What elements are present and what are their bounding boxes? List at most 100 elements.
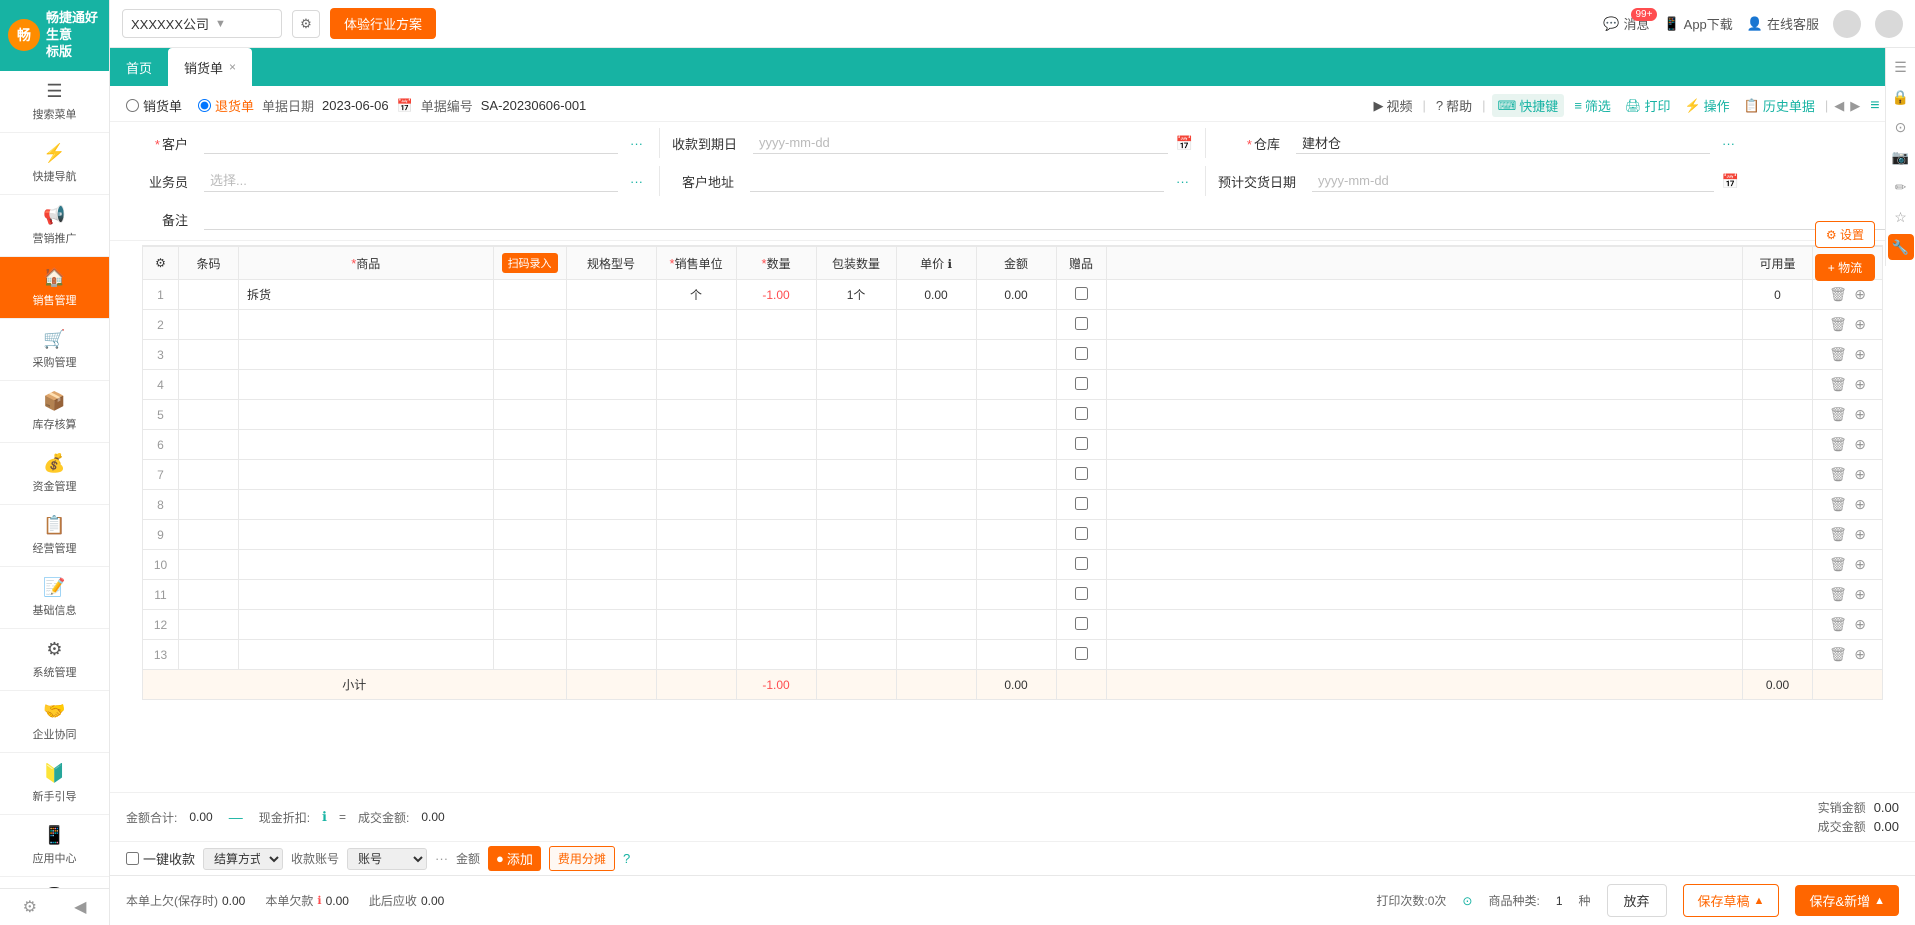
row-amount[interactable] [976, 460, 1056, 490]
gift-checkbox[interactable] [1075, 377, 1088, 390]
row-price[interactable] [896, 430, 976, 460]
minus-icon[interactable]: — [229, 809, 243, 825]
salesperson-input[interactable] [204, 170, 618, 192]
sidebar-item-basic[interactable]: 📝 基础信息 [0, 567, 109, 629]
copy-row-btn[interactable]: ⊕ [1854, 616, 1866, 632]
tab-home[interactable]: 首页 [110, 48, 168, 86]
one-click-payment-checkbox[interactable]: 一键收款 [126, 849, 195, 868]
row-amount[interactable] [976, 520, 1056, 550]
row-pkg-qty[interactable] [816, 520, 896, 550]
row-unit[interactable] [656, 460, 736, 490]
sidebar-item-sales[interactable]: 🏠 销售管理 [0, 257, 109, 319]
date-calendar-icon[interactable]: 📅 [397, 98, 413, 114]
product-type-icon[interactable]: ⊙ [1462, 894, 1472, 908]
payment-due-calendar[interactable]: 📅 [1176, 135, 1193, 152]
row-pkg-qty[interactable] [816, 550, 896, 580]
row-qty[interactable]: -1.00 [736, 280, 816, 310]
row-product[interactable] [239, 340, 494, 370]
copy-row-btn[interactable]: ⊕ [1854, 556, 1866, 572]
sidebar-item-inventory[interactable]: 📦 库存核算 [0, 381, 109, 443]
row-amount[interactable] [976, 430, 1056, 460]
row-gift[interactable] [1056, 340, 1106, 370]
delete-row-btn[interactable]: 🗑 [1829, 436, 1847, 452]
row-gift[interactable] [1056, 490, 1106, 520]
row-amount[interactable] [976, 340, 1056, 370]
delete-row-btn[interactable]: 🗑 [1829, 286, 1847, 302]
row-barcode[interactable] [179, 550, 239, 580]
row-amount[interactable] [976, 490, 1056, 520]
delete-row-btn[interactable]: 🗑 [1829, 316, 1847, 332]
row-pkg-qty[interactable] [816, 430, 896, 460]
row-qty[interactable] [736, 640, 816, 670]
side-camera-icon[interactable]: 📷 [1888, 144, 1914, 170]
sidebar-item-app[interactable]: 📱 应用中心 [0, 815, 109, 877]
row-spec[interactable] [566, 460, 656, 490]
settings-button[interactable]: ⚙ 设置 [1815, 221, 1875, 248]
row-qty[interactable] [736, 520, 816, 550]
side-lock-icon[interactable]: 🔒 [1888, 84, 1914, 110]
row-product[interactable] [239, 460, 494, 490]
row-unit[interactable] [656, 370, 736, 400]
customer-addr-dots[interactable]: ··· [1172, 174, 1193, 189]
row-barcode[interactable] [179, 340, 239, 370]
row-price[interactable]: 0.00 [896, 280, 976, 310]
sidebar-item-quicknav[interactable]: ⚡ 快捷导航 [0, 133, 109, 195]
row-spec[interactable] [566, 400, 656, 430]
shortcut-btn[interactable]: ⌨ 快捷键 [1492, 94, 1565, 117]
row-amount[interactable] [976, 640, 1056, 670]
row-spec[interactable] [566, 370, 656, 400]
side-circle-icon[interactable]: ⊙ [1888, 114, 1914, 140]
side-orange-icon[interactable]: 🔧 [1888, 234, 1914, 260]
side-list-icon[interactable]: ☰ [1888, 54, 1914, 80]
nav-next-icon[interactable]: ▶ [1850, 98, 1860, 114]
logistics-button[interactable]: + 物流 [1815, 254, 1875, 281]
row-qty[interactable] [736, 310, 816, 340]
view-list-icon[interactable]: ≡ [1870, 97, 1879, 115]
sidebar-item-enterprise[interactable]: 🤝 企业协同 [0, 691, 109, 753]
row-gift[interactable] [1056, 400, 1106, 430]
gift-checkbox[interactable] [1075, 467, 1088, 480]
row-gift[interactable] [1056, 280, 1106, 310]
row-amount[interactable]: 0.00 [976, 280, 1056, 310]
row-amount[interactable] [976, 550, 1056, 580]
payment-help-icon[interactable]: ? [623, 851, 630, 866]
save-draft-button[interactable]: 保存草稿 ▲ [1683, 884, 1780, 917]
warehouse-dots[interactable]: ··· [1718, 136, 1739, 151]
row-gift[interactable] [1056, 550, 1106, 580]
row-product[interactable] [239, 400, 494, 430]
delete-row-btn[interactable]: 🗑 [1829, 376, 1847, 392]
row-spec[interactable] [566, 520, 656, 550]
row-gift[interactable] [1056, 370, 1106, 400]
row-gift[interactable] [1056, 430, 1106, 460]
delete-row-btn[interactable]: 🗑 [1829, 556, 1847, 572]
row-qty[interactable] [736, 400, 816, 430]
row-unit[interactable] [656, 400, 736, 430]
row-price[interactable] [896, 550, 976, 580]
video-action-btn[interactable]: ▶ 视频 [1369, 94, 1416, 117]
row-pkg-qty[interactable] [816, 370, 896, 400]
gift-checkbox[interactable] [1075, 317, 1088, 330]
row-amount[interactable] [976, 310, 1056, 340]
online-service-button[interactable]: 👤 在线客服 [1747, 14, 1819, 33]
fenyong-button[interactable]: 费用分摊 [549, 846, 615, 871]
copy-row-btn[interactable]: ⊕ [1854, 646, 1866, 662]
row-gift[interactable] [1056, 520, 1106, 550]
copy-row-btn[interactable]: ⊕ [1854, 436, 1866, 452]
gift-checkbox[interactable] [1075, 587, 1088, 600]
one-click-checkbox-input[interactable] [126, 852, 139, 865]
row-unit[interactable] [656, 520, 736, 550]
row-amount[interactable] [976, 580, 1056, 610]
row-spec[interactable] [566, 490, 656, 520]
row-price[interactable] [896, 310, 976, 340]
row-gift[interactable] [1056, 610, 1106, 640]
customer-input[interactable] [204, 132, 618, 154]
abandon-button[interactable]: 放弃 [1607, 884, 1667, 917]
sidebar-item-system[interactable]: ⚙ 系统管理 [0, 629, 109, 691]
row-barcode[interactable] [179, 490, 239, 520]
row-price[interactable] [896, 490, 976, 520]
app-download-button[interactable]: 📱 App下载 [1663, 14, 1732, 33]
side-star-icon[interactable]: ☆ [1888, 204, 1914, 230]
expected-delivery-input[interactable] [1312, 170, 1714, 192]
row-unit[interactable] [656, 490, 736, 520]
message-button[interactable]: 💬 消息 99+ [1603, 14, 1649, 33]
